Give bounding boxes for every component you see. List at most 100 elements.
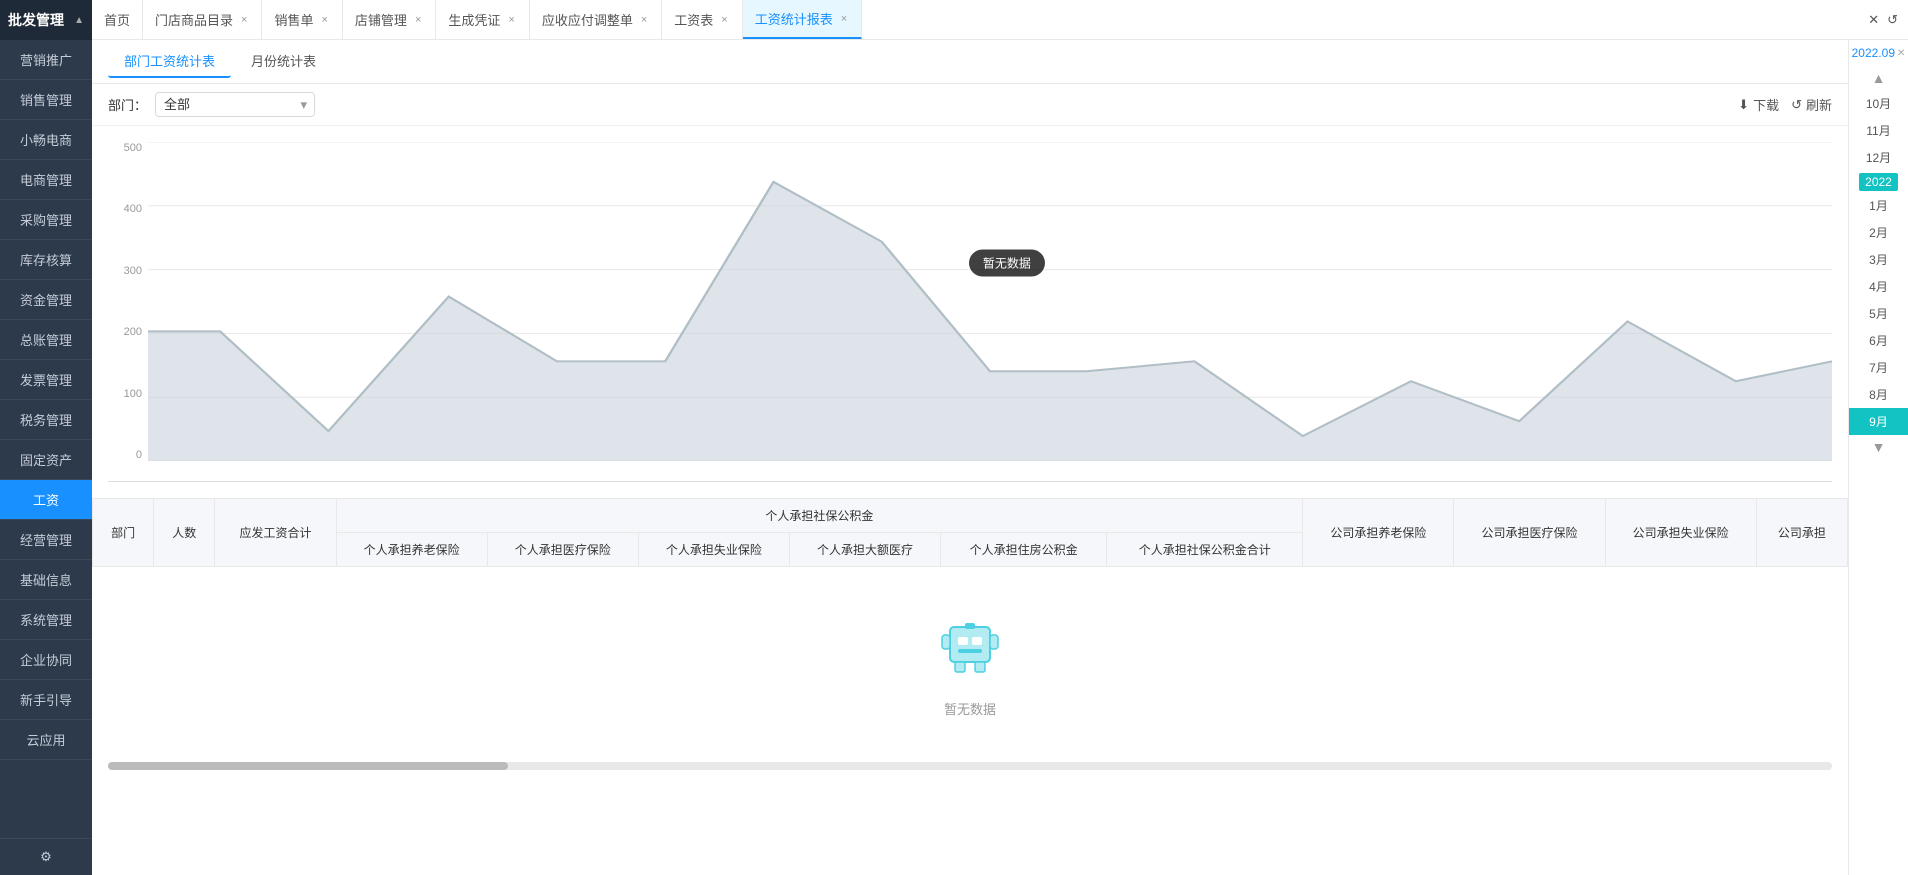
sidebar-item-总账管理[interactable]: 总账管理 — [0, 320, 92, 360]
month-item-6月[interactable]: 6月 — [1849, 327, 1908, 354]
tab-0[interactable]: 首页 — [92, 0, 143, 39]
sub-tab-1[interactable]: 月份统计表 — [235, 45, 332, 78]
gear-icon: ⚙ — [40, 849, 52, 864]
col-company-pension: 公司承担养老保险 — [1303, 499, 1454, 567]
horizontal-scrollbar[interactable] — [108, 762, 1832, 770]
month-item-2月[interactable]: 2月 — [1849, 219, 1908, 246]
month-item-11月[interactable]: 11月 — [1849, 117, 1908, 144]
col-company-medical: 公司承担医疗保险 — [1454, 499, 1605, 567]
sidebar-item-电商管理[interactable]: 电商管理 — [0, 160, 92, 200]
scroll-down-arrow[interactable]: ▼ — [1868, 435, 1890, 459]
col-personal-medical: 个人承担医疗保险 — [487, 533, 638, 567]
tab-close-4[interactable]: × — [506, 13, 516, 27]
tab-7[interactable]: 工资统计报表× — [743, 0, 862, 39]
sidebar: 批发管理 ▲ 营销推广销售管理小畅电商电商管理采购管理库存核算资金管理总账管理发… — [0, 0, 92, 875]
month-item-9月[interactable]: 9月 — [1849, 408, 1908, 435]
tab-close-3[interactable]: × — [413, 13, 423, 27]
sidebar-item-资金管理[interactable]: 资金管理 — [0, 280, 92, 320]
dept-select-wrapper[interactable]: 全部 — [155, 92, 315, 117]
tab-4[interactable]: 生成凭证 × — [436, 0, 529, 39]
col-dept: 部门 — [93, 499, 154, 567]
y-label-500: 500 — [124, 142, 142, 154]
page-content: 部门工资统计表月份统计表 部门： 全部 ⬇ 下载 — [92, 40, 1848, 875]
chart-svg — [148, 142, 1832, 461]
year-label[interactable]: 2022.09 ✕ — [1848, 40, 1908, 66]
col-personal-unemployment: 个人承担失业保险 — [638, 533, 789, 567]
sidebar-item-工资[interactable]: 工资 — [0, 480, 92, 520]
tab-bar-end: ✕ ↺ — [1858, 12, 1908, 28]
sidebar-item-经营管理[interactable]: 经营管理 — [0, 520, 92, 560]
sidebar-item-固定资产[interactable]: 固定资产 — [0, 440, 92, 480]
data-table: 部门 人数 应发工资合计 个人承担社保公积金 公司承担养老保险 公司承担医疗保险… — [92, 498, 1848, 567]
tab-label-5: 应收应付调整单 — [542, 10, 633, 29]
tab-close-2[interactable]: × — [319, 13, 329, 27]
sidebar-item-小畅电商[interactable]: 小畅电商 — [0, 120, 92, 160]
sidebar-item-基础信息[interactable]: 基础信息 — [0, 560, 92, 600]
col-personal-major-medical: 个人承担大额医疗 — [789, 533, 940, 567]
chart-no-data-tooltip: 暂无数据 — [969, 250, 1045, 277]
refresh-icon: ↺ — [1791, 97, 1802, 113]
tab-label-1: 门店商品目录 — [155, 10, 233, 29]
tab-6[interactable]: 工资表× — [662, 0, 742, 39]
tab-close-7[interactable]: × — [839, 12, 849, 26]
month-item-7月[interactable]: 7月 — [1849, 354, 1908, 381]
col-company-unemployment: 公司承担失业保险 — [1605, 499, 1756, 567]
download-button[interactable]: ⬇ 下载 — [1738, 95, 1779, 114]
month-item-12月[interactable]: 12月 — [1849, 144, 1908, 171]
empty-state: 暂无数据 — [92, 567, 1848, 758]
main-area: 首页门店商品目录×销售单×店铺管理×生成凭证×应收应付调整单×工资表×工资统计报… — [92, 0, 1908, 875]
toolbar-left: 部门： 全部 — [108, 92, 315, 117]
sidebar-item-税务管理[interactable]: 税务管理 — [0, 400, 92, 440]
month-item-4月[interactable]: 4月 — [1849, 273, 1908, 300]
tab-2[interactable]: 销售单 × — [262, 0, 342, 39]
sidebar-item-企业协同[interactable]: 企业协同 — [0, 640, 92, 680]
sidebar-item-库存核算[interactable]: 库存核算 — [0, 240, 92, 280]
sidebar-item-采购管理[interactable]: 采购管理 — [0, 200, 92, 240]
sidebar-item-新手引导[interactable]: 新手引导 — [0, 680, 92, 720]
month-item-1月[interactable]: 1月 — [1849, 192, 1908, 219]
month-item-10月[interactable]: 10月 — [1849, 90, 1908, 117]
scrollbar-thumb[interactable] — [108, 762, 508, 770]
scroll-up-arrow[interactable]: ▲ — [1868, 66, 1890, 90]
refresh-button[interactable]: ↺ 刷新 — [1791, 95, 1832, 114]
month-item-3月[interactable]: 3月 — [1849, 246, 1908, 273]
tab-close-1[interactable]: × — [239, 13, 249, 27]
month-item-5月[interactable]: 5月 — [1849, 300, 1908, 327]
refresh-label: 刷新 — [1806, 95, 1832, 114]
refresh-all-button[interactable]: ↺ — [1887, 12, 1898, 28]
close-year-icon[interactable]: ✕ — [1897, 48, 1905, 59]
tab-label-2: 销售单 — [274, 10, 313, 29]
tab-label-4: 生成凭证 — [448, 10, 500, 29]
col-personal-pension: 个人承担养老保险 — [336, 533, 487, 567]
empty-text: 暂无数据 — [944, 699, 996, 718]
sidebar-item-营销推广[interactable]: 营销推广 — [0, 40, 92, 80]
year-badge-3[interactable]: 2022 — [1849, 171, 1908, 192]
sidebar-title: 批发管理 — [8, 10, 64, 30]
tab-close-5[interactable]: × — [639, 13, 649, 27]
col-personal-housing-fund: 个人承担住房公积金 — [941, 533, 1107, 567]
sidebar-header[interactable]: 批发管理 ▲ — [0, 0, 92, 40]
close-all-button[interactable]: ✕ — [1868, 12, 1879, 28]
toolbar-right: ⬇ 下载 ↺ 刷新 — [1738, 95, 1832, 114]
sidebar-item-云应用[interactable]: 云应用 — [0, 720, 92, 760]
tab-close-6[interactable]: × — [719, 13, 729, 27]
sub-tab-0[interactable]: 部门工资统计表 — [108, 45, 231, 78]
tab-5[interactable]: 应收应付调整单 × — [530, 0, 662, 39]
dept-label: 部门： — [108, 95, 147, 114]
table-area[interactable]: 部门 人数 应发工资合计 个人承担社保公积金 公司承担养老保险 公司承担医疗保险… — [92, 498, 1848, 875]
y-label-100: 100 — [124, 388, 142, 400]
sidebar-item-发票管理[interactable]: 发票管理 — [0, 360, 92, 400]
sidebar-collapse-icon: ▲ — [74, 15, 84, 26]
dept-select[interactable]: 全部 — [155, 92, 315, 117]
tab-3[interactable]: 店铺管理× — [343, 0, 436, 39]
right-panel: 2022.09 ✕ ▲ 10月11月12月20221月2月3月4月5月6月7月8… — [1848, 40, 1908, 875]
sidebar-settings-item[interactable]: ⚙ — [0, 838, 92, 875]
year-label-text: 2022.09 — [1852, 46, 1895, 60]
chart-inner: 暂无数据 — [148, 142, 1832, 461]
empty-icon — [930, 607, 1010, 687]
sidebar-item-销售管理[interactable]: 销售管理 — [0, 80, 92, 120]
download-label: 下载 — [1753, 95, 1779, 114]
sidebar-item-系统管理[interactable]: 系统管理 — [0, 600, 92, 640]
tab-1[interactable]: 门店商品目录 × — [143, 0, 262, 39]
month-item-8月[interactable]: 8月 — [1849, 381, 1908, 408]
